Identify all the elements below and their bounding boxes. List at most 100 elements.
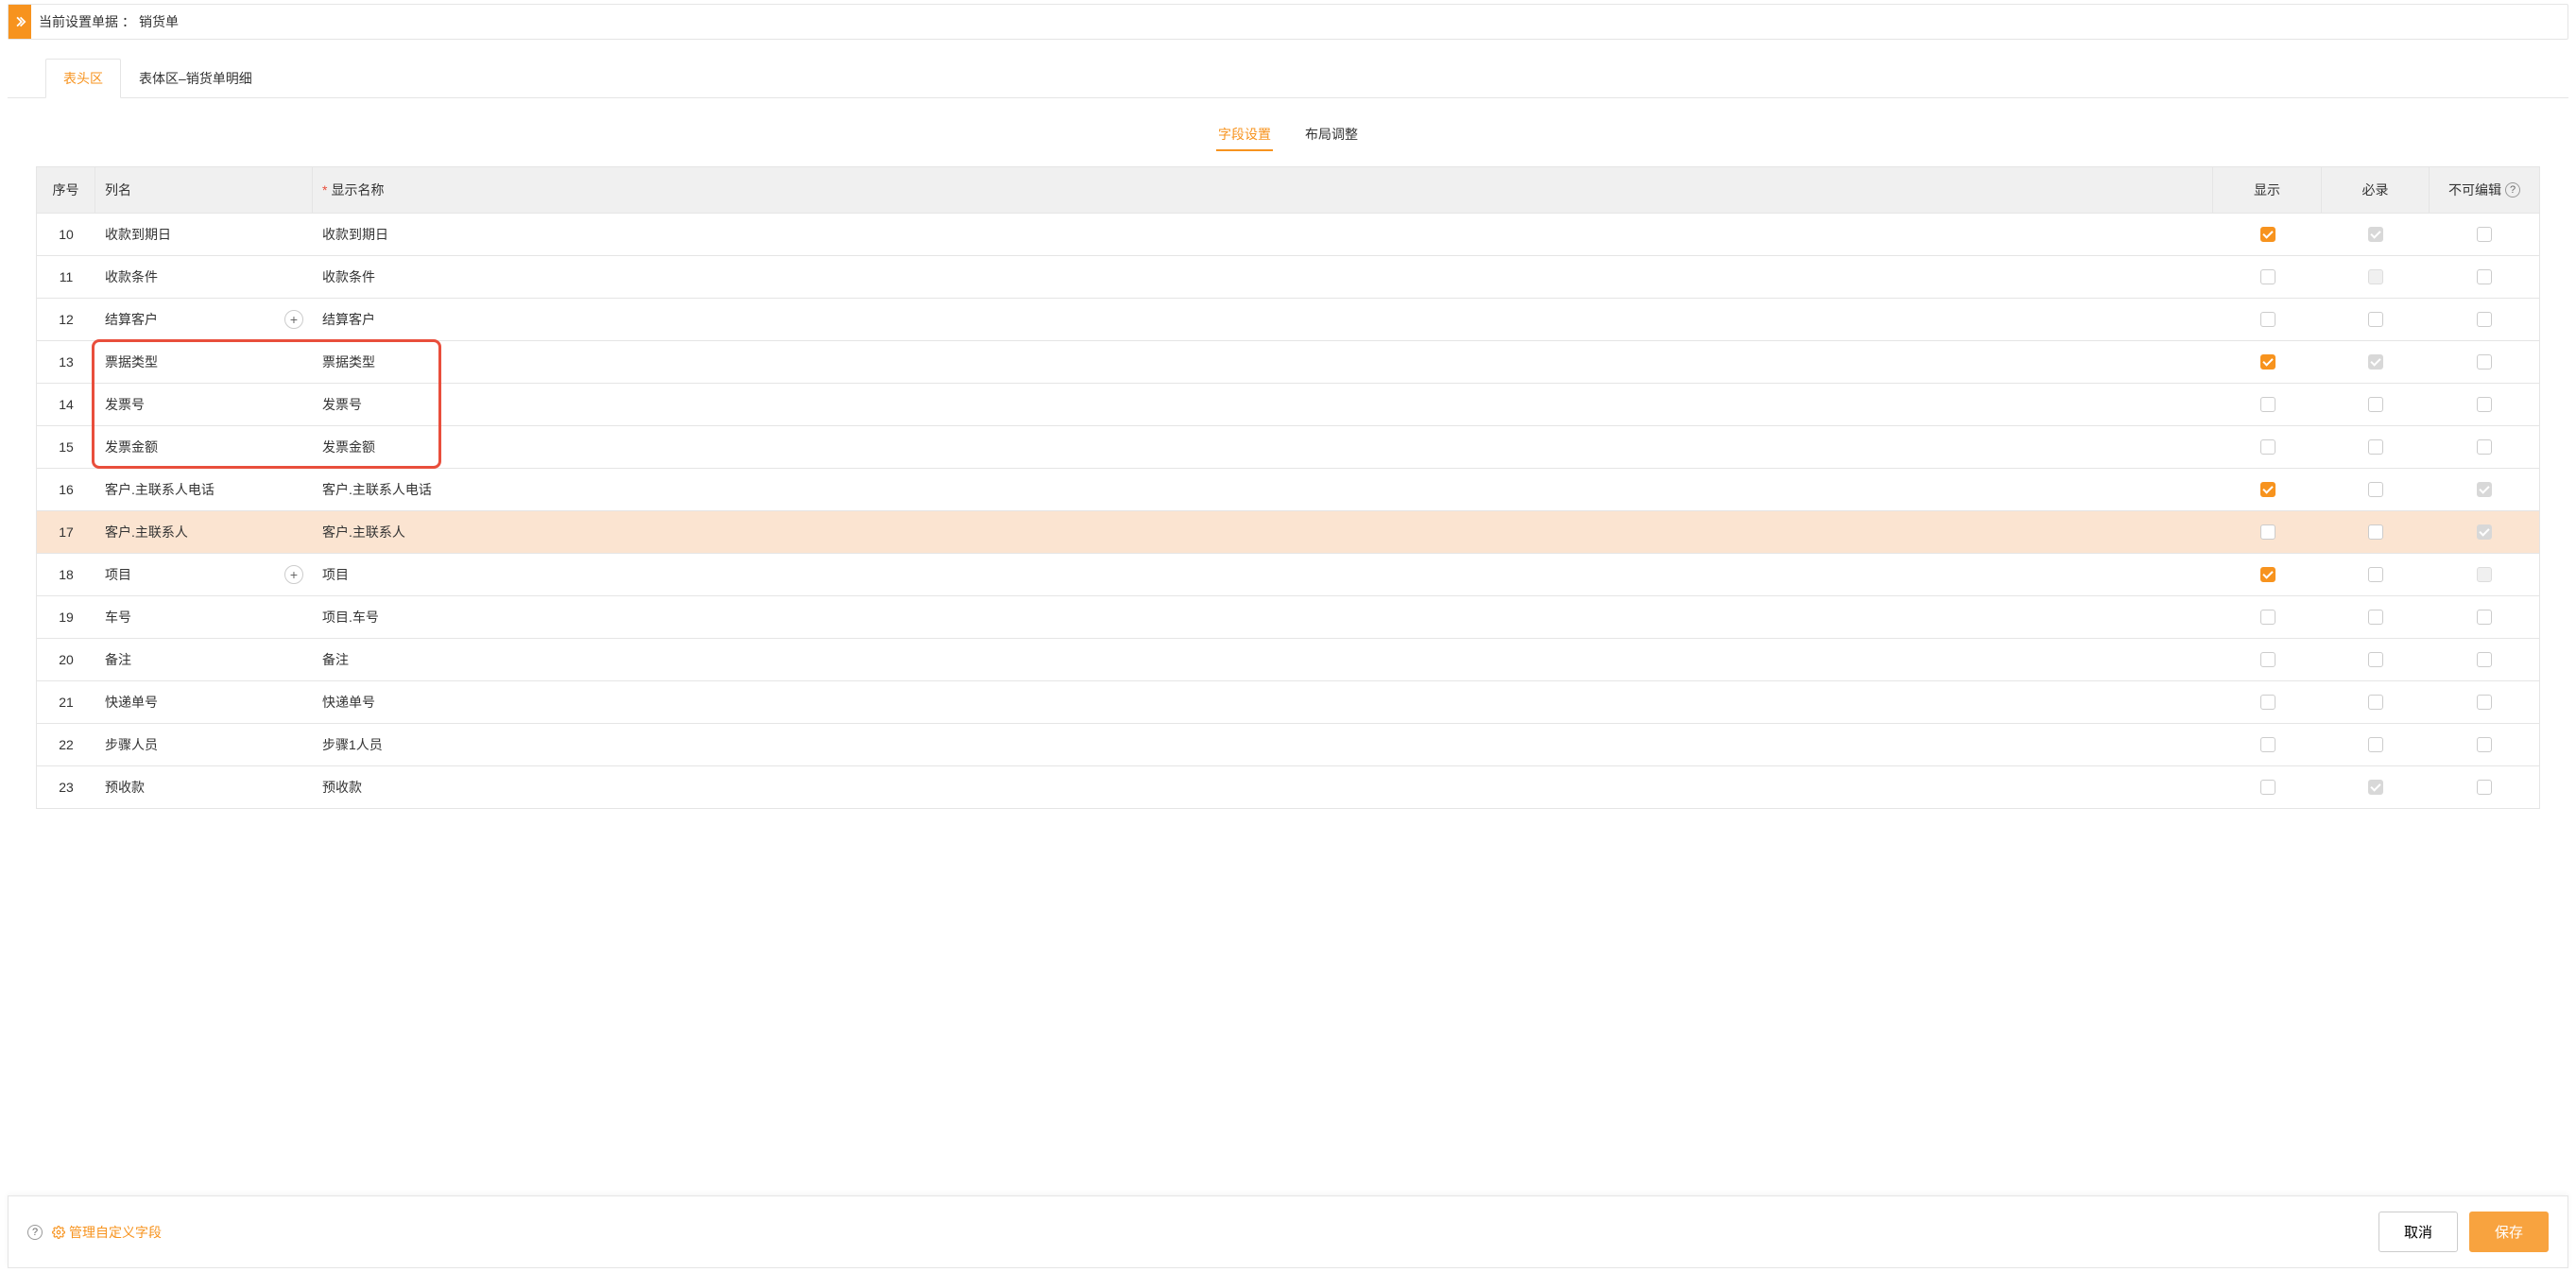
table-row[interactable]: 13票据类型票据类型 [37,341,2539,384]
cell-show [2213,426,2322,468]
table-row[interactable]: 15发票金额发票金额 [37,426,2539,469]
table-row[interactable]: 11收款条件收款条件 [37,256,2539,299]
checkbox-required[interactable] [2368,567,2383,582]
checkbox-required[interactable] [2368,482,2383,497]
checkbox-required[interactable] [2368,439,2383,455]
checkbox-show[interactable] [2260,397,2275,412]
gear-icon [52,1226,65,1239]
checkbox-required[interactable] [2368,695,2383,710]
cell-display[interactable]: 发票号 [313,384,2213,425]
cell-display[interactable]: 备注 [313,639,2213,680]
checkbox-readonly[interactable] [2477,652,2492,667]
cell-name: 收款到期日 [95,214,313,255]
cell-required [2322,341,2430,383]
checkbox-readonly[interactable] [2477,227,2492,242]
checkbox-show[interactable] [2260,567,2275,582]
checkbox-required[interactable] [2368,652,2383,667]
cell-display[interactable]: 票据类型 [313,341,2213,383]
plus-icon[interactable]: + [284,565,303,584]
section-tab-1[interactable]: 表体区–销货单明细 [121,59,270,98]
table-row[interactable]: 12结算客户+结算客户 [37,299,2539,341]
checkbox-show[interactable] [2260,439,2275,455]
cell-name: 快递单号 [95,681,313,723]
cell-show [2213,384,2322,425]
cell-display[interactable]: 收款到期日 [313,214,2213,255]
table-row[interactable]: 22步骤人员步骤1人员 [37,724,2539,766]
collapse-toggle[interactable] [9,5,31,39]
cell-display[interactable]: 步骤1人员 [313,724,2213,765]
table-row[interactable]: 23预收款预收款 [37,766,2539,809]
cell-name: 票据类型 [95,341,313,383]
table-row[interactable]: 16客户.主联系人电话客户.主联系人电话 [37,469,2539,511]
checkbox-required[interactable] [2368,524,2383,540]
checkbox-readonly[interactable] [2477,312,2492,327]
cell-required [2322,426,2430,468]
table-row[interactable]: 10收款到期日收款到期日 [37,214,2539,256]
cell-readonly [2430,681,2539,723]
checkbox-required[interactable] [2368,397,2383,412]
cell-display[interactable]: 预收款 [313,766,2213,808]
checkbox-readonly[interactable] [2477,397,2492,412]
checkbox-show[interactable] [2260,652,2275,667]
checkbox-show[interactable] [2260,269,2275,284]
cell-name-text: 快递单号 [105,693,158,712]
checkbox-readonly[interactable] [2477,610,2492,625]
checkbox-show[interactable] [2260,312,2275,327]
field-table: 序号 列名 * 显示名称 显示 必录 不可编辑 ? 10收款到期日收款到期日11… [36,166,2540,809]
checkbox-readonly[interactable] [2477,695,2492,710]
cell-display[interactable]: 快递单号 [313,681,2213,723]
cell-readonly [2430,724,2539,765]
checkbox-readonly[interactable] [2477,354,2492,370]
checkbox-readonly[interactable] [2477,737,2492,752]
cell-display[interactable]: 客户.主联系人电话 [313,469,2213,510]
checkbox-show[interactable] [2260,482,2275,497]
sub-tab-1[interactable]: 布局调整 [1303,119,1360,151]
cell-show [2213,766,2322,808]
plus-icon[interactable]: + [284,310,303,329]
cell-seq: 18 [37,554,95,595]
sub-tab-0[interactable]: 字段设置 [1216,119,1273,151]
cell-seq: 17 [37,511,95,553]
cell-seq: 16 [37,469,95,510]
cell-display[interactable]: 客户.主联系人 [313,511,2213,553]
table-row[interactable]: 18项目+项目 [37,554,2539,596]
cell-display[interactable]: 项目.车号 [313,596,2213,638]
checkbox-show[interactable] [2260,354,2275,370]
cell-display[interactable]: 发票金额 [313,426,2213,468]
section-tab-0[interactable]: 表头区 [45,59,121,98]
table-row[interactable]: 14发票号发票号 [37,384,2539,426]
checkbox-show[interactable] [2260,737,2275,752]
checkbox-show[interactable] [2260,524,2275,540]
table-row[interactable]: 19车号项目.车号 [37,596,2539,639]
cancel-button[interactable]: 取消 [2379,1212,2458,1252]
checkbox-show[interactable] [2260,227,2275,242]
checkbox-show[interactable] [2260,695,2275,710]
checkbox-required[interactable] [2368,610,2383,625]
checkbox-required[interactable] [2368,312,2383,327]
table-row[interactable]: 20备注备注 [37,639,2539,681]
table-row[interactable]: 21 快递单号 快递单号 [37,681,2539,724]
checkbox-readonly[interactable] [2477,439,2492,455]
cell-name: 发票号 [95,384,313,425]
save-button[interactable]: 保存 [2469,1212,2549,1252]
help-icon[interactable]: ? [2505,182,2520,198]
cell-display[interactable]: 收款条件 [313,256,2213,298]
checkbox-readonly[interactable] [2477,269,2492,284]
help-icon[interactable]: ? [27,1225,43,1240]
header-doc-name: 销货单 [139,14,179,29]
cell-display[interactable]: 项目 [313,554,2213,595]
cell-seq: 22 [37,724,95,765]
sub-tabs: 字段设置布局调整 [8,119,2568,151]
checkbox-required [2368,780,2383,795]
manage-custom-fields-link[interactable]: 管理自定义字段 [52,1223,162,1242]
checkbox-show[interactable] [2260,610,2275,625]
cell-name: 备注 [95,639,313,680]
cell-seq: 21 [37,681,95,723]
checkbox-readonly[interactable] [2477,780,2492,795]
header-title: 当前设置单据：销货单 [39,12,179,31]
cell-seq: 19 [37,596,95,638]
checkbox-required[interactable] [2368,737,2383,752]
table-row[interactable]: 17客户.主联系人客户.主联系人 [37,511,2539,554]
checkbox-show[interactable] [2260,780,2275,795]
cell-display[interactable]: 结算客户 [313,299,2213,340]
